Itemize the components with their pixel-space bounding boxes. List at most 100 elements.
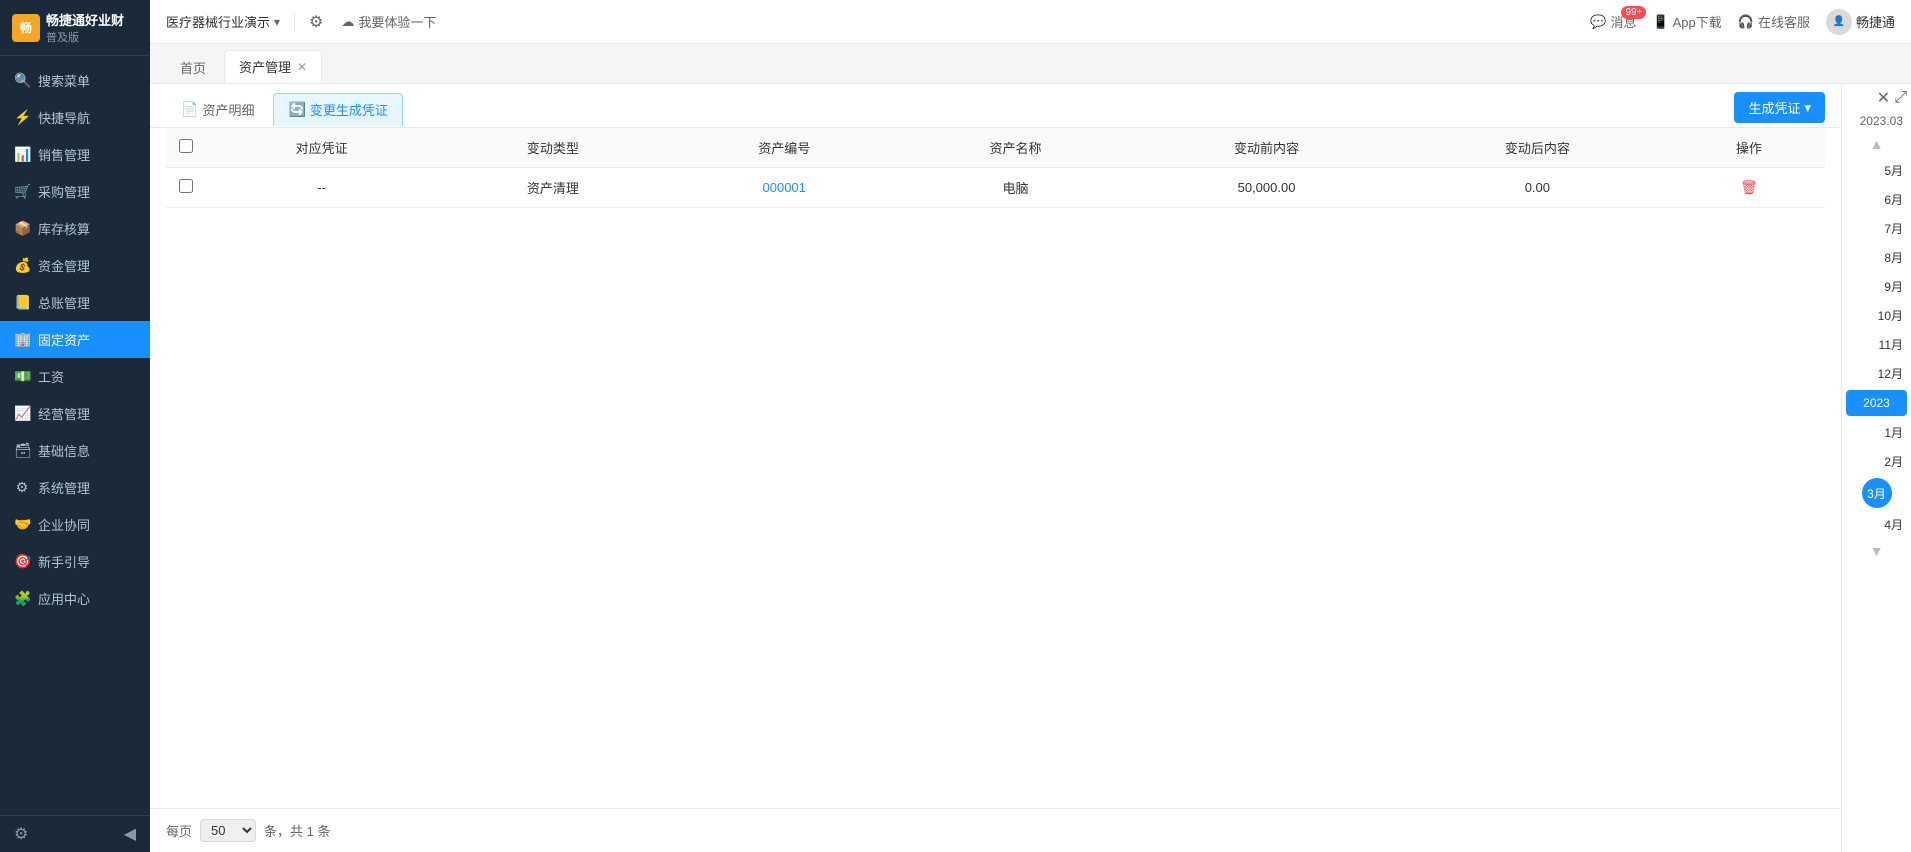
sidebar-item-system[interactable]: ⚙ 系统管理	[0, 469, 150, 506]
sub-tab-label-change_voucher: 变更生成凭证	[310, 100, 388, 119]
total-text: 条，共 1 条	[264, 821, 330, 840]
month-item[interactable]: 6月	[1842, 185, 1911, 214]
sidebar-label-basic: 基础信息	[38, 441, 90, 460]
sidebar-label-fixedasset: 固定资产	[38, 330, 90, 349]
month-item[interactable]: 7月	[1842, 214, 1911, 243]
delete-icon[interactable]: 🗑	[1740, 179, 1758, 195]
sidebar-label-sales: 销售管理	[38, 145, 90, 164]
sidebar-icon-ledger: 📒	[14, 294, 30, 311]
main-panel: 📄资产明细🔄变更生成凭证 生成凭证 ▾ 对应凭证变动类型资产编号资产名称变动前内	[150, 84, 1841, 852]
month-item[interactable]: 12月	[1842, 359, 1911, 388]
sidebar-icon-purchase: 🛒	[14, 183, 30, 200]
avatar: 👤	[1826, 9, 1852, 35]
right-panel-expand-icon[interactable]: ⤢	[1894, 89, 1907, 107]
topbar-cloud[interactable]: ☁ 我要体验一下	[341, 12, 436, 31]
sidebar-item-inventory[interactable]: 📦库存核算	[0, 210, 150, 247]
row-voucher: --	[206, 168, 437, 208]
sidebar-icon-guide: 🎯	[14, 553, 30, 570]
sidebar-item-capital[interactable]: 💰资金管理	[0, 247, 150, 284]
month-item[interactable]: 2月	[1842, 447, 1911, 476]
sidebar-icon-operation: 📈	[14, 405, 30, 422]
sidebar-title-group: 畅捷通好业财 普及版	[46, 10, 124, 45]
select-all-checkbox[interactable]	[179, 139, 193, 153]
sidebar-icon-appcenter: 🧩	[14, 590, 30, 607]
sidebar-nav: 🔍搜索菜单⚡快捷导航📊销售管理 🛒 采购管理 📦库存核算💰资金管理📒总账管理 🏢 固定资产…	[0, 56, 150, 815]
sidebar-item-basic[interactable]: 🗃基础信息	[0, 432, 150, 469]
sidebar-label-guide: 新手引导	[38, 552, 90, 571]
sidebar-icon-system: ⚙	[14, 479, 30, 496]
month-item[interactable]: 9月	[1842, 272, 1911, 301]
table-column-header: 变动前内容	[1131, 128, 1402, 168]
sidebar-item-fixedasset[interactable]: 🏢 固定资产	[0, 321, 150, 358]
month-item[interactable]: 3月	[1862, 478, 1892, 508]
sidebar-label-operation: 经营管理	[38, 404, 90, 423]
sidebar-item-guide[interactable]: 🎯 新手引导	[0, 543, 150, 580]
table-header: 对应凭证变动类型资产编号资产名称变动前内容变动后内容操作	[166, 128, 1825, 168]
month-item[interactable]: 10月	[1842, 301, 1911, 330]
table-column-header: 操作	[1673, 128, 1825, 168]
topbar-settings-icon[interactable]: ⚙	[309, 12, 323, 32]
pagination: 每页 102050100 条，共 1 条	[150, 808, 1841, 852]
row-asset-no: 000001	[669, 168, 900, 208]
sub-tab-asset_detail[interactable]: 📄资产明细	[166, 93, 269, 126]
tab-close-asset[interactable]: ✕	[297, 60, 307, 74]
sidebar-icon-capital: 💰	[14, 257, 30, 274]
row-checkbox-cell	[166, 168, 206, 208]
table-column-header: 资产名称	[900, 128, 1131, 168]
sidebar: 畅 畅捷通好业财 普及版 🔍搜索菜单⚡快捷导航📊销售管理🛒采购管理📦库存核算💰资…	[0, 0, 150, 852]
year-tag: 2023	[1846, 390, 1907, 416]
cloud-icon: ☁	[341, 14, 354, 30]
sub-tab-change_voucher[interactable]: 🔄变更生成凭证	[273, 93, 402, 126]
sidebar-label-inventory: 库存核算	[38, 219, 90, 238]
month-item[interactable]: 8月	[1842, 243, 1911, 272]
sub-tabs: 📄资产明细🔄变更生成凭证 生成凭证 ▾	[150, 84, 1841, 128]
sidebar-item-purchase[interactable]: 🛒 采购管理	[0, 173, 150, 210]
topbar-company[interactable]: 医疗器械行业演示 ▾	[166, 12, 280, 31]
table-wrapper: 对应凭证变动类型资产编号资产名称变动前内容变动后内容操作 -- 资产清理 000…	[150, 128, 1841, 808]
asset-table: 对应凭证变动类型资产编号资产名称变动前内容变动后内容操作 -- 资产清理 000…	[166, 128, 1825, 208]
topbar-app[interactable]: 📱 App下载	[1652, 12, 1721, 31]
right-panel-close-icon[interactable]: ✕	[1877, 88, 1890, 108]
generate-voucher-button[interactable]: 生成凭证 ▾	[1734, 92, 1825, 123]
collapse-icon[interactable]: ◀	[124, 824, 136, 844]
right-panel: ✕ ⤢ 2023.03 ▲5月6月7月8月9月10月11月12月20231月2月…	[1841, 84, 1911, 852]
per-page-select[interactable]: 102050100	[200, 819, 256, 842]
sidebar-label-purchase: 采购管理	[38, 182, 90, 201]
sidebar-icon-collab: 🤝	[14, 516, 30, 533]
sidebar-item-quicknav[interactable]: ⚡快捷导航	[0, 99, 150, 136]
row-checkbox[interactable]	[179, 179, 193, 193]
service-label: 在线客服	[1758, 12, 1810, 31]
sidebar-item-sales[interactable]: 📊销售管理	[0, 136, 150, 173]
month-item[interactable]: 11月	[1842, 330, 1911, 359]
sidebar-item-collab[interactable]: 🤝 企业协同	[0, 506, 150, 543]
sidebar-label-appcenter: 应用中心	[38, 589, 90, 608]
sidebar-item-ledger[interactable]: 📒总账管理	[0, 284, 150, 321]
scroll-down-icon[interactable]: ▼	[1842, 539, 1911, 563]
topbar-user[interactable]: 👤 畅捷通	[1826, 9, 1895, 35]
user-label: 畅捷通	[1856, 12, 1895, 31]
row-before: 50,000.00	[1131, 168, 1402, 208]
month-item[interactable]: 5月	[1842, 156, 1911, 185]
sidebar-item-appcenter[interactable]: 🧩 应用中心	[0, 580, 150, 617]
topbar-service[interactable]: 🎧 在线客服	[1738, 12, 1810, 31]
sidebar-label-system: 系统管理	[38, 478, 90, 497]
tab-label-asset: 资产管理	[239, 57, 291, 76]
sidebar-item-search[interactable]: 🔍搜索菜单	[0, 62, 150, 99]
scroll-up-icon[interactable]: ▲	[1842, 132, 1911, 156]
sidebar-item-salary[interactable]: 💵工资	[0, 358, 150, 395]
month-item[interactable]: 1月	[1842, 418, 1911, 447]
sidebar-icon-fixedasset: 🏢	[14, 331, 30, 348]
topbar-msg[interactable]: 💬 消息 99+	[1590, 12, 1636, 31]
tab-label-home: 首页	[180, 61, 206, 76]
table-row: -- 资产清理 000001 电脑 50,000.00 0.00 🗑	[166, 168, 1825, 208]
page-tab-asset[interactable]: 资产管理 ✕	[224, 50, 322, 83]
msg-badge: 99+	[1621, 6, 1646, 19]
sidebar-icon-quicknav: ⚡	[14, 109, 30, 126]
sidebar-label-collab: 企业协同	[38, 515, 90, 534]
month-list: ▲5月6月7月8月9月10月11月12月20231月2月3月4月▼	[1842, 132, 1911, 852]
row-after: 0.00	[1402, 168, 1673, 208]
page-tab-home[interactable]: 首页	[166, 52, 220, 83]
sidebar-item-operation[interactable]: 📈 经营管理	[0, 395, 150, 432]
month-item[interactable]: 4月	[1842, 510, 1911, 539]
settings-icon[interactable]: ⚙	[14, 824, 28, 844]
